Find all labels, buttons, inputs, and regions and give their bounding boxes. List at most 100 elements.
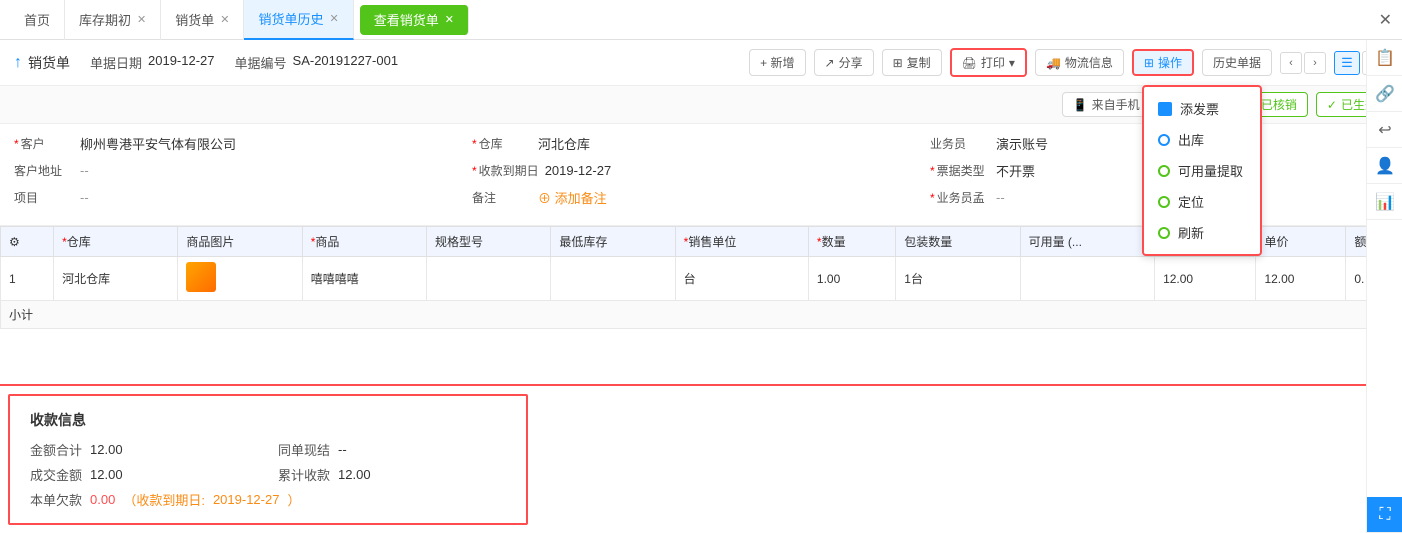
col-min-stock: 最低库存 — [551, 227, 675, 257]
deal-amount-value: 12.00 — [90, 467, 123, 482]
tab-home[interactable]: 首页 — [10, 0, 65, 40]
panel-icon-2[interactable]: 🔗 — [1367, 76, 1402, 112]
dropdown-refresh[interactable]: 刷新 — [1144, 217, 1260, 248]
cumulative-label: 累计收款 — [278, 465, 330, 484]
warehouse-value: 河北仓库 — [538, 134, 590, 153]
tab-sales-history[interactable]: 销货单历史 ✕ — [244, 0, 353, 40]
logistics-icon: 🚚 — [1046, 56, 1061, 70]
operations-button[interactable]: ⊞ 操作 — [1132, 49, 1194, 76]
same-order-value: -- — [338, 442, 347, 457]
list-view-btn[interactable]: ☰ — [1334, 51, 1360, 75]
phone-btn[interactable]: 📱 来自手机 — [1062, 92, 1151, 117]
tab-sales-history-label: 销货单历史 — [258, 9, 323, 28]
operations-dropdown: 添发票 出库 可用量提取 定位 刷新 — [1142, 85, 1262, 256]
panel-icon-3[interactable]: ↩ — [1367, 112, 1402, 148]
payment-date-field: 收款到期日 2019-12-27 — [472, 162, 930, 179]
locate-icon — [1158, 196, 1170, 208]
doc-number-group: 单据编号 SA-20191227-001 — [235, 53, 399, 72]
address-label: 客户地址 — [14, 162, 74, 179]
payment-date-value: 2019-12-27 — [545, 163, 612, 178]
dropdown-available-qty[interactable]: 可用量提取 — [1144, 155, 1260, 186]
add-invoice-icon — [1158, 102, 1172, 116]
remark-add-btn[interactable]: ⊕ 添加备注 — [538, 188, 607, 207]
customer-label: 客户 — [14, 135, 74, 152]
window-close-btn[interactable]: ✕ — [1379, 10, 1392, 30]
cell-current-stock: 12.00 — [1155, 257, 1256, 301]
prev-arrow[interactable]: ‹ — [1280, 52, 1302, 74]
cell-min-stock — [551, 257, 675, 301]
balance-value: 0.00 — [90, 492, 115, 507]
sales-order-icon: ↑ — [14, 54, 22, 72]
subtotal-row: 小计 — [1, 301, 1402, 329]
cell-quantity: 1.00 — [808, 257, 895, 301]
cell-unit-price: 12.00 — [1256, 257, 1346, 301]
panel-icon-1[interactable]: 📋 — [1367, 40, 1402, 76]
col-spec: 规格型号 — [427, 227, 551, 257]
doc-date-label: 单据日期 — [90, 53, 142, 72]
refresh-label: 刷新 — [1178, 223, 1204, 242]
refresh-icon — [1158, 227, 1170, 239]
address-field: 客户地址 -- — [14, 162, 472, 179]
doc-number-label: 单据编号 — [235, 53, 287, 72]
tab-sales-close[interactable]: ✕ — [220, 13, 229, 26]
tab-view-sales-label: 查看销货单 — [374, 10, 439, 29]
panel-icon-6[interactable]: ⛶ — [1367, 497, 1402, 533]
next-arrow[interactable]: › — [1304, 52, 1326, 74]
col-pack-qty: 包装数量 — [896, 227, 1020, 257]
cell-warehouse: 河北仓库 — [54, 257, 178, 301]
available-qty-icon — [1158, 165, 1170, 177]
available-qty-label: 可用量提取 — [1178, 161, 1243, 180]
ticket-type-label: 票据类型 — [930, 162, 990, 179]
balance-item: 本单欠款 0.00 （收款到期日: 2019-12-27 ） — [30, 490, 506, 509]
total-amount-item: 金额合计 12.00 — [30, 440, 258, 459]
tab-view-sales-close[interactable]: ✕ — [445, 13, 454, 26]
panel-icon-4[interactable]: 👤 — [1367, 148, 1402, 184]
share-icon: ↗ — [825, 56, 835, 70]
customer-value: 柳州粤港平安气体有限公司 — [80, 134, 236, 153]
col-unit-price: 单价 — [1256, 227, 1346, 257]
payment-grid: 金额合计 12.00 同单现结 -- 成交金额 12.00 累计收款 12.00 — [30, 440, 506, 509]
same-order-label: 同单现结 — [278, 440, 330, 459]
locate-label: 定位 — [1178, 192, 1204, 211]
copy-button[interactable]: ⊞ 复制 — [882, 49, 942, 76]
panel-icon-5[interactable]: 📊 — [1367, 184, 1402, 220]
tab-inventory[interactable]: 库存期初 ✕ — [65, 0, 161, 40]
dropdown-out-stock[interactable]: 出库 — [1144, 124, 1260, 155]
tab-inventory-close[interactable]: ✕ — [137, 13, 146, 26]
tab-sales-history-close[interactable]: ✕ — [330, 12, 339, 25]
cell-pack-qty: 1台 — [896, 257, 1020, 301]
cumulative-item: 累计收款 12.00 — [278, 465, 506, 484]
warehouse-label: 仓库 — [472, 135, 532, 152]
doc-type-label: 销货单 — [28, 53, 70, 73]
new-button[interactable]: + 新增 — [749, 49, 805, 76]
share-label: 分享 — [839, 54, 863, 71]
col-settings[interactable]: ⚙ — [1, 227, 54, 257]
tab-sales[interactable]: 销货单 ✕ — [161, 0, 244, 40]
doc-meta: 单据日期 2019-12-27 单据编号 SA-20191227-001 — [90, 53, 398, 72]
print-button[interactable]: 🖨 打印 ▾ — [950, 48, 1027, 77]
tab-view-sales[interactable]: 查看销货单 ✕ — [360, 5, 469, 35]
remark-label: 备注 — [472, 189, 532, 206]
history-button[interactable]: 历史单据 — [1202, 49, 1272, 76]
share-button[interactable]: ↗ 分享 — [814, 49, 874, 76]
phone-icon: 📱 — [1073, 98, 1088, 112]
customer-field: 客户 柳州粤港平安气体有限公司 — [14, 134, 472, 153]
ticket-type-value: 不开票 — [996, 161, 1035, 180]
cell-no: 1 — [1, 257, 54, 301]
nav-arrows: ‹ › — [1280, 52, 1326, 74]
print-icon: 🖨 — [962, 56, 977, 70]
due-date-prefix: （收款到期日: — [123, 490, 205, 509]
product-thumbnail — [186, 262, 216, 292]
deal-amount-item: 成交金额 12.00 — [30, 465, 258, 484]
staff2-label: 业务员孟 — [930, 189, 990, 206]
logistics-button[interactable]: 🚚 物流信息 — [1035, 49, 1124, 76]
tab-sales-label: 销货单 — [175, 10, 214, 29]
dropdown-locate[interactable]: 定位 — [1144, 186, 1260, 217]
history-label: 历史单据 — [1213, 54, 1261, 71]
address-value: -- — [80, 163, 89, 178]
dropdown-add-invoice[interactable]: 添发票 — [1144, 93, 1260, 124]
copy-icon: ⊞ — [893, 56, 903, 70]
balance-label: 本单欠款 — [30, 490, 82, 509]
tab-home-label: 首页 — [24, 10, 50, 29]
col-image: 商品图片 — [178, 227, 302, 257]
